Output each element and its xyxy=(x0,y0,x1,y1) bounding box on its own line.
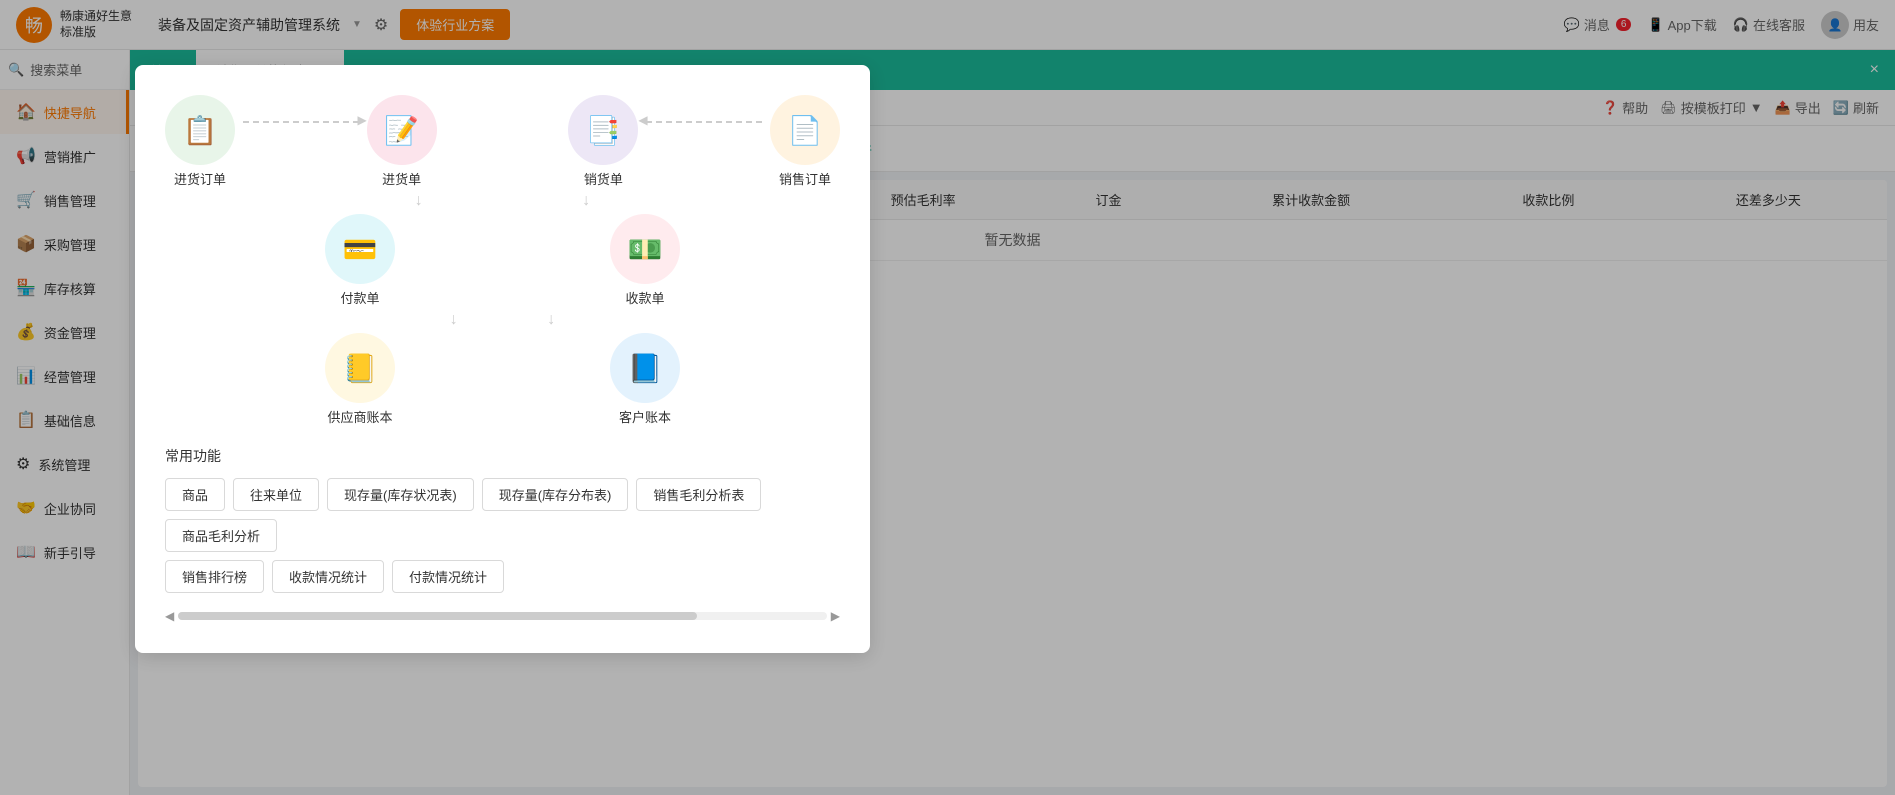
flow-diagram: 📋 进货订单 📝 进货单 📑 xyxy=(165,95,840,426)
func-btn-goods[interactable]: 商品 xyxy=(165,478,225,511)
scrollbar-thumb[interactable] xyxy=(178,612,697,620)
customer-ledger-label: 客户账本 xyxy=(619,407,671,426)
modal-scrollbar: ◀ ▶ xyxy=(165,609,840,623)
down-arrow-payment: ↓ xyxy=(450,311,458,329)
purchase-bill-label: 进货单 xyxy=(382,169,421,188)
down-arrow-purchase: ↓ xyxy=(415,192,423,210)
scrollbar-track[interactable] xyxy=(178,612,827,620)
receipt-bill-icon: 💵 xyxy=(610,214,680,284)
scroll-right-icon[interactable]: ▶ xyxy=(831,609,840,623)
flow-node-receipt-bill[interactable]: 💵 收款单 xyxy=(610,214,680,307)
sales-bill-icon: 📑 xyxy=(568,95,638,165)
purchase-order-label: 进货订单 xyxy=(174,169,226,188)
purchase-bill-icon: 📝 xyxy=(367,95,437,165)
func-btn-payment-stat[interactable]: 付款情况统计 xyxy=(392,560,504,593)
quick-nav-modal: 📋 进货订单 📝 进货单 📑 xyxy=(135,65,870,653)
func-btn-receipt-stat[interactable]: 收款情况统计 xyxy=(272,560,384,593)
supplier-ledger-label: 供应商账本 xyxy=(327,407,392,426)
func-buttons-row: 商品 往来单位 现存量(库存状况表) 现存量(库存分布表) 销售毛利分析表 商品… xyxy=(165,478,840,552)
arrow-sales-order-to-bill xyxy=(638,121,770,163)
purchase-order-icon: 📋 xyxy=(165,95,235,165)
func-btn-stock-dist[interactable]: 现存量(库存分布表) xyxy=(482,478,629,511)
common-functions-section: 常用功能 商品 往来单位 现存量(库存状况表) 现存量(库存分布表) 销售毛利分… xyxy=(165,446,840,593)
func-buttons-row2: 销售排行榜 收款情况统计 付款情况统计 xyxy=(165,560,840,593)
flow-node-purchase-order[interactable]: 📋 进货订单 xyxy=(165,95,235,188)
flow-node-supplier-ledger[interactable]: 📒 供应商账本 xyxy=(325,333,395,426)
receipt-bill-label: 收款单 xyxy=(625,288,664,307)
common-func-title: 常用功能 xyxy=(165,446,840,466)
app-wrapper: 畅 畅康通好生意 标准版 装备及固定资产辅助管理系统 ▼ ⚙ 体验行业方案 💬 … xyxy=(0,0,1895,795)
down-arrow-sales: ↓ xyxy=(582,192,590,210)
flow-node-sales-bill[interactable]: 📑 销货单 xyxy=(568,95,638,188)
sales-bill-label: 销货单 xyxy=(584,169,623,188)
func-btn-sales-profit[interactable]: 销售毛利分析表 xyxy=(636,478,761,511)
func-btn-sales-rank[interactable]: 销售排行榜 xyxy=(165,560,264,593)
func-btn-goods-profit[interactable]: 商品毛利分析 xyxy=(165,519,277,552)
scroll-left-icon[interactable]: ◀ xyxy=(165,609,174,623)
arrow-purchase-to-bill xyxy=(235,121,367,163)
func-btn-partner[interactable]: 往来单位 xyxy=(233,478,319,511)
payment-bill-label: 付款单 xyxy=(340,288,379,307)
supplier-ledger-icon: 📒 xyxy=(325,333,395,403)
dashed-arrow-2 xyxy=(646,121,762,123)
flow-node-customer-ledger[interactable]: 📘 客户账本 xyxy=(610,333,680,426)
flow-node-sales-order[interactable]: 📄 销售订单 xyxy=(770,95,840,188)
sales-order-icon: 📄 xyxy=(770,95,840,165)
flow-node-purchase-bill[interactable]: 📝 进货单 xyxy=(367,95,437,188)
down-arrow-receipt: ↓ xyxy=(547,311,555,329)
payment-bill-icon: 💳 xyxy=(325,214,395,284)
customer-ledger-icon: 📘 xyxy=(610,333,680,403)
sales-order-label: 销售订单 xyxy=(779,169,831,188)
dashed-arrow-1 xyxy=(243,121,359,123)
flow-node-payment-bill[interactable]: 💳 付款单 xyxy=(325,214,395,307)
func-btn-stock-status[interactable]: 现存量(库存状况表) xyxy=(327,478,474,511)
